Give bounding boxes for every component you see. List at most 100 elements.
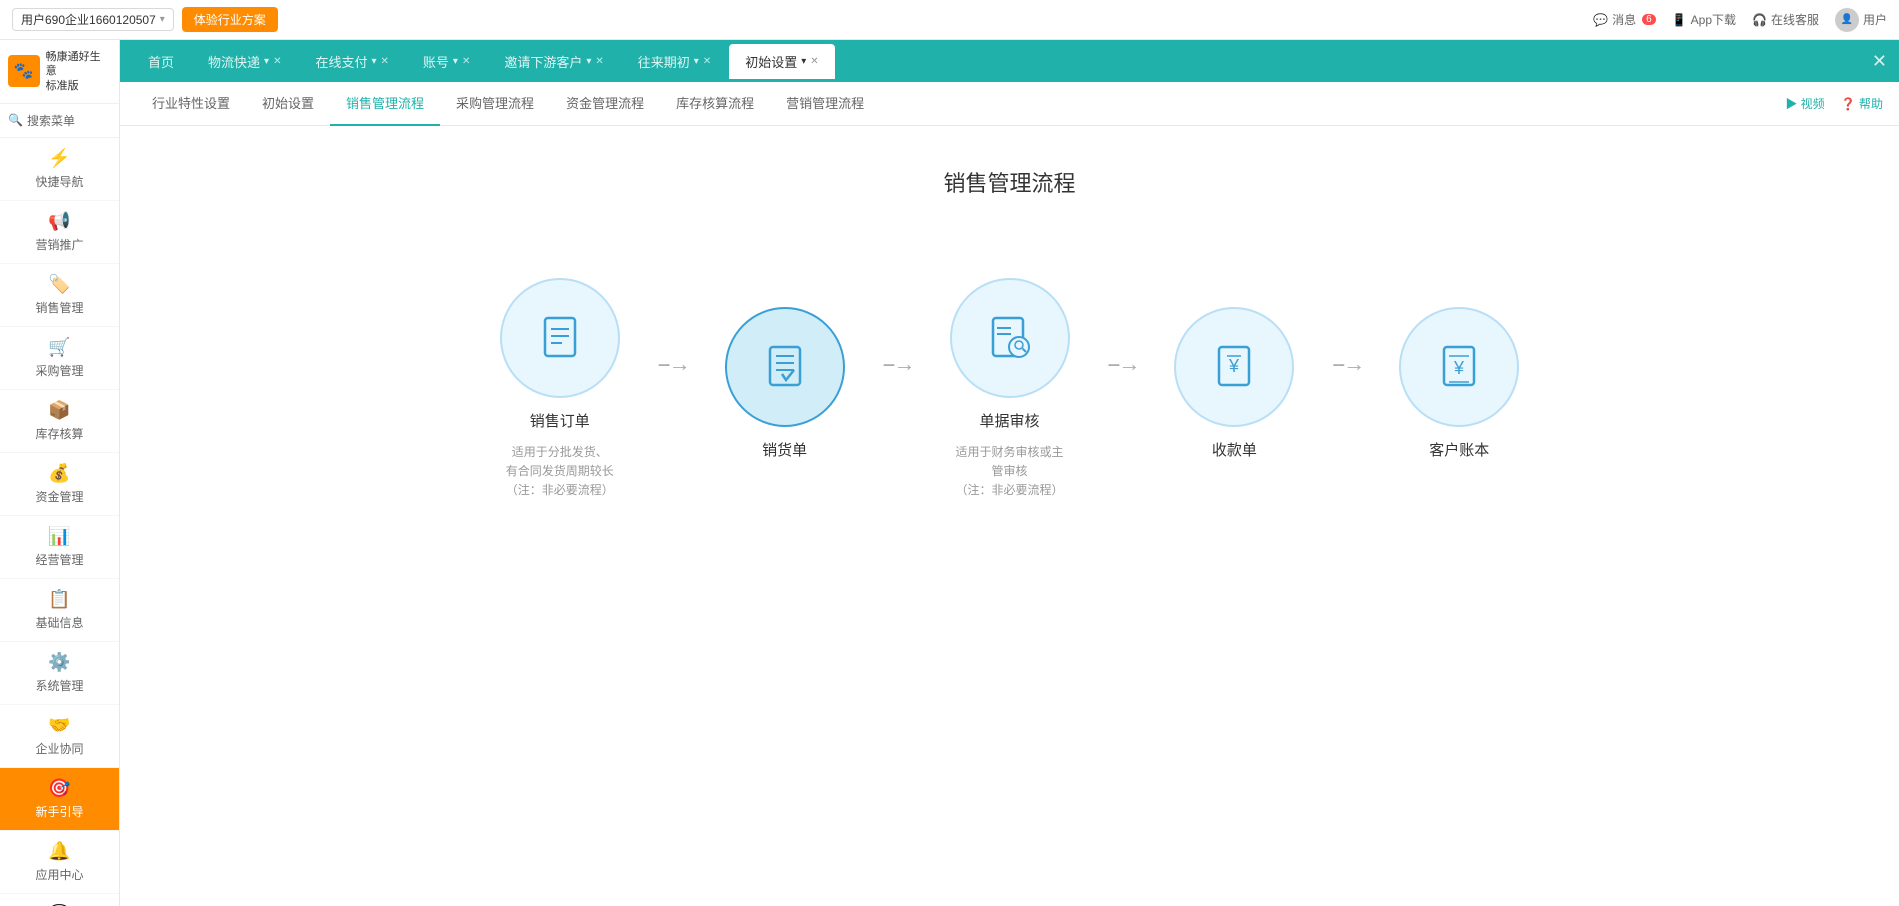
- flow-step-receipt[interactable]: ¥ 收款单: [1144, 307, 1324, 472]
- close-icon-5[interactable]: ✕: [703, 56, 711, 67]
- tab-home[interactable]: 首页: [132, 44, 190, 79]
- sidebar-label-appcenter: 应用中心: [35, 866, 83, 883]
- step-title-receipt: 收款单: [1212, 439, 1257, 460]
- tab-payment[interactable]: 在线支付 ▾ ✕: [299, 44, 404, 79]
- tab-logistics[interactable]: 物流快递 ▾ ✕: [192, 44, 297, 79]
- sidebar-logo: 🐾 畅康通好生意 标准版: [0, 40, 119, 104]
- sidebar-item-newguide[interactable]: 🎯 新手引导: [0, 768, 119, 831]
- flow-step-invoice[interactable]: 销货单: [695, 307, 875, 472]
- tab-period[interactable]: 往来期初 ▾ ✕: [622, 44, 727, 79]
- flow-circle-receipt: ¥: [1174, 307, 1294, 427]
- sales-icon: 🏷️: [48, 274, 70, 295]
- search-label: 搜索菜单: [27, 112, 75, 129]
- user-selector[interactable]: 用户690企业1660120507 ▾: [12, 8, 174, 31]
- nav-tabs: 首页 物流快递 ▾ ✕ 在线支付 ▾ ✕ 账号 ▾ ✕ 邀请下游客户 ▾ ✕: [120, 40, 1899, 82]
- sidebar-item-purchase[interactable]: 🛒 采购管理: [0, 327, 119, 390]
- flow-step-ledger[interactable]: ¥ 客户账本: [1369, 307, 1549, 472]
- tab-invite[interactable]: 邀请下游客户 ▾ ✕: [488, 44, 619, 79]
- user-avatar-item[interactable]: 👤 用户: [1835, 8, 1887, 32]
- tab-period-label: 往来期初: [638, 52, 690, 71]
- purchase-icon: 🛒: [48, 337, 70, 358]
- close-icon-2[interactable]: ✕: [381, 56, 389, 67]
- video-icon: ▶: [1785, 97, 1797, 111]
- headset-icon: 🎧: [1752, 13, 1767, 27]
- sidebar-label-quick-nav: 快捷导航: [35, 173, 83, 190]
- close-icon-4[interactable]: ✕: [595, 56, 603, 67]
- sub-tab-industry-label: 行业特性设置: [152, 93, 230, 112]
- top-bar-right: 💬 消息 6 📱 App下载 🎧 在线客服 👤 用户: [1593, 8, 1887, 32]
- sub-tabs: 行业特性设置 初始设置 销售管理流程 采购管理流程 资金管理流程 库存核算流程 …: [120, 82, 1899, 126]
- sidebar-label-purchase: 采购管理: [35, 362, 83, 379]
- search-icon: 🔍: [8, 113, 23, 127]
- trial-button[interactable]: 体验行业方案: [182, 7, 278, 32]
- sidebar-label-basic: 基础信息: [35, 614, 83, 631]
- basic-icon: 📋: [48, 589, 70, 610]
- sub-tab-industry[interactable]: 行业特性设置: [136, 82, 246, 126]
- sidebar-item-ops[interactable]: 📊 经营管理: [0, 516, 119, 579]
- help-icon: ❓: [1841, 97, 1856, 111]
- sidebar-label-enterprise: 企业协同: [35, 740, 83, 757]
- sidebar-item-quick-nav[interactable]: ⚡ 快捷导航: [0, 138, 119, 201]
- sub-tab-initial-label: 初始设置: [262, 93, 314, 112]
- svg-text:¥: ¥: [1453, 358, 1465, 378]
- flow-diagram: 销售订单 适用于分批发货、 有合同发货周期较长 （注：非必要流程） - - →: [140, 258, 1879, 521]
- flow-circle-ledger: ¥: [1399, 307, 1519, 427]
- flow-circle-review: [950, 278, 1070, 398]
- sub-tab-sales-flow[interactable]: 销售管理流程: [330, 82, 440, 126]
- arrow-4: - - →: [1324, 351, 1369, 377]
- user-selector-text: 用户690企业1660120507: [21, 11, 156, 28]
- svg-text:¥: ¥: [1228, 356, 1240, 376]
- logo-text: 畅康通好生意 标准版: [46, 50, 111, 93]
- sidebar-search-button[interactable]: 🔍 搜索菜单: [0, 104, 119, 138]
- inventory-icon: 📦: [48, 400, 70, 421]
- close-icon[interactable]: ✕: [273, 56, 281, 67]
- sidebar-item-system[interactable]: ⚙️ 系统管理: [0, 642, 119, 705]
- online-service-label: 在线客服: [1771, 11, 1819, 28]
- sidebar-label-sales: 销售管理: [35, 299, 83, 316]
- tab-initial-setup[interactable]: 初始设置 ▾ ✕: [729, 44, 834, 79]
- system-icon: ⚙️: [48, 652, 70, 673]
- close-icon-3[interactable]: ✕: [462, 56, 470, 67]
- flow-circle-sales-order: [500, 278, 620, 398]
- help-link[interactable]: ❓ 帮助: [1841, 95, 1883, 112]
- sidebar-item-marketing[interactable]: 📢 营销推广: [0, 201, 119, 264]
- online-service-item[interactable]: 🎧 在线客服: [1752, 11, 1819, 28]
- appcenter-icon: 🔔: [48, 841, 70, 862]
- sidebar-item-enterprise[interactable]: 🤝 企业协同: [0, 705, 119, 768]
- avatar: 👤: [1835, 8, 1859, 32]
- sidebar-item-basic[interactable]: 📋 基础信息: [0, 579, 119, 642]
- content-area: 首页 物流快递 ▾ ✕ 在线支付 ▾ ✕ 账号 ▾ ✕ 邀请下游客户 ▾ ✕: [120, 40, 1899, 906]
- video-link[interactable]: ▶ 视频: [1785, 95, 1824, 112]
- tab-account-label: 账号: [423, 52, 449, 71]
- page-title: 销售管理流程: [140, 166, 1879, 198]
- sub-tab-inventory-flow[interactable]: 库存核算流程: [660, 82, 770, 126]
- chevron-icon-4: ▾: [586, 56, 591, 67]
- arrow-1: - - →: [650, 351, 695, 377]
- sidebar-item-appcenter[interactable]: 🔔 应用中心: [0, 831, 119, 894]
- enterprise-icon: 🤝: [48, 715, 70, 736]
- sub-tab-marketing-flow[interactable]: 营销管理流程: [770, 82, 880, 126]
- sidebar-item-sales[interactable]: 🏷️ 销售管理: [0, 264, 119, 327]
- sub-tab-purchase-flow[interactable]: 采购管理流程: [440, 82, 550, 126]
- app-icon: 📱: [1672, 13, 1687, 27]
- step-desc-review: 适用于财务审核或主 管审核 （注：非必要流程）: [955, 443, 1063, 501]
- message-icon: 💬: [1593, 13, 1608, 27]
- flow-step-review[interactable]: 单据审核 适用于财务审核或主 管审核 （注：非必要流程）: [920, 278, 1100, 501]
- sub-tab-inventory-label: 库存核算流程: [676, 93, 754, 112]
- app-download-item[interactable]: 📱 App下载: [1672, 11, 1736, 28]
- sidebar-item-inventory[interactable]: 📦 库存核算: [0, 390, 119, 453]
- sub-tab-finance-flow[interactable]: 资金管理流程: [550, 82, 660, 126]
- sidebar-label-marketing: 营销推广: [35, 236, 83, 253]
- sidebar-item-finance[interactable]: 💰 资金管理: [0, 453, 119, 516]
- close-all-tabs[interactable]: ✕: [1872, 51, 1887, 72]
- close-icon-6[interactable]: ✕: [810, 56, 818, 67]
- sidebar-item-entweChat[interactable]: 💬 企业微信: [0, 894, 119, 906]
- tab-account[interactable]: 账号 ▾ ✕: [407, 44, 486, 79]
- sub-tab-initial[interactable]: 初始设置: [246, 82, 330, 126]
- chevron-icon: ▾: [264, 56, 269, 67]
- message-item[interactable]: 💬 消息 6: [1593, 11, 1656, 28]
- flow-step-sales-order[interactable]: 销售订单 适用于分批发货、 有合同发货周期较长 （注：非必要流程）: [470, 278, 650, 501]
- sidebar-label-newguide: 新手引导: [35, 803, 83, 820]
- top-bar: 用户690企业1660120507 ▾ 体验行业方案 💬 消息 6 📱 App下…: [0, 0, 1899, 40]
- logo-icon: 🐾: [8, 55, 40, 87]
